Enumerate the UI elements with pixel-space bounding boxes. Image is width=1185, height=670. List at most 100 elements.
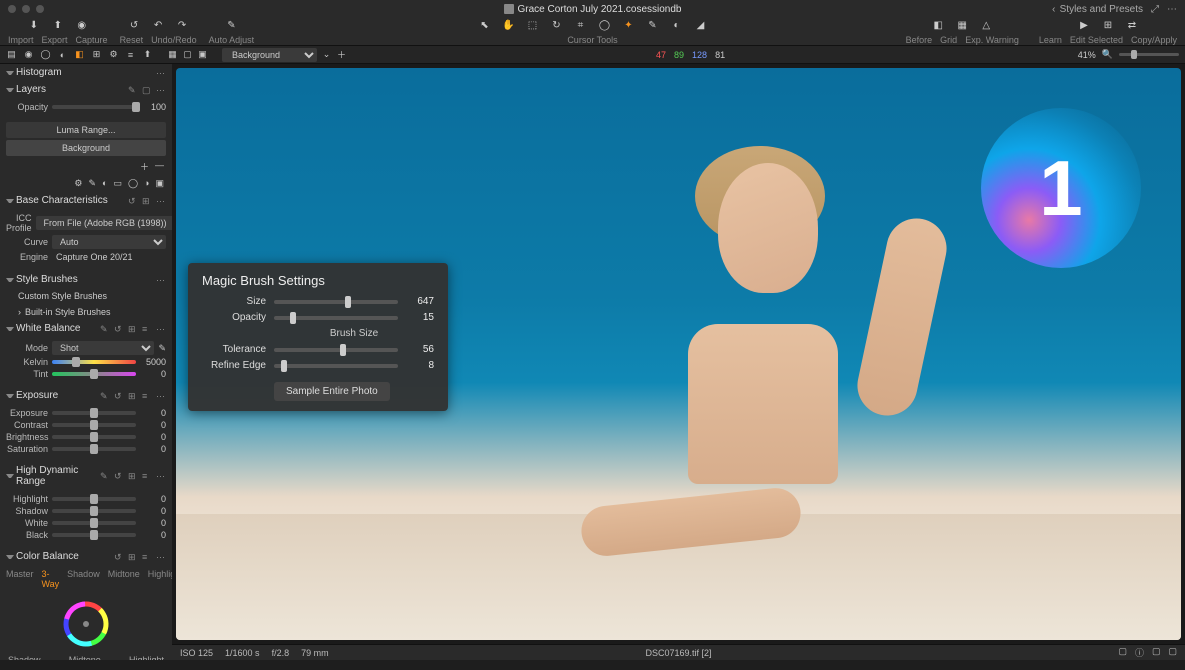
custom-style-brushes-item[interactable]: Custom Style Brushes bbox=[0, 288, 172, 304]
layers-panel-header[interactable]: Layers ✎▢⋯ bbox=[0, 81, 172, 98]
kelvin-slider[interactable] bbox=[52, 360, 136, 364]
brush-icon[interactable]: ✎ bbox=[128, 85, 138, 95]
spot-tool-icon[interactable]: ◯ bbox=[598, 19, 612, 33]
highlight-slider[interactable] bbox=[52, 497, 136, 501]
image-canvas[interactable]: 1 Magic Brush Settings Size647Opacity15B… bbox=[176, 68, 1181, 640]
panel-menu-icon[interactable]: ⋯ bbox=[156, 68, 166, 78]
crop-tool-icon[interactable]: ⬚ bbox=[526, 19, 540, 33]
library-tab-icon[interactable]: ▤ bbox=[6, 49, 17, 60]
adjustments-tab-icon[interactable]: ⚙ bbox=[108, 49, 119, 60]
reset-icon[interactable]: ↺ bbox=[127, 18, 141, 32]
sample-entire-photo-button[interactable]: Sample Entire Photo bbox=[274, 382, 390, 401]
fill-icon[interactable]: ▣ bbox=[155, 178, 164, 189]
color-tab-icon[interactable]: ◐ bbox=[57, 49, 68, 60]
exp-warning-icon[interactable]: △ bbox=[979, 18, 993, 32]
eraser-small-icon[interactable]: ◐ bbox=[102, 178, 107, 189]
layer-select[interactable]: Background bbox=[222, 48, 317, 62]
close-dot[interactable] bbox=[8, 5, 16, 13]
white-slider[interactable] bbox=[52, 521, 136, 525]
contrast-slider[interactable] bbox=[52, 423, 136, 427]
panel-menu-icon[interactable]: ⋯ bbox=[156, 85, 166, 95]
view-multi-icon[interactable]: ▣ bbox=[197, 49, 208, 60]
view-single-icon[interactable]: ▢ bbox=[182, 49, 193, 60]
curve-select[interactable]: Auto bbox=[52, 235, 166, 249]
expand-icon[interactable]: ⤢ bbox=[1151, 4, 1159, 15]
copy-apply-icon[interactable]: ⇄ bbox=[1125, 18, 1139, 32]
magic-brush-tool-icon[interactable]: ✦ bbox=[622, 19, 636, 33]
more-icon[interactable]: ⋯ bbox=[1167, 4, 1177, 15]
output-tab-icon[interactable]: ⬆ bbox=[142, 49, 153, 60]
tint-slider[interactable] bbox=[52, 372, 136, 376]
grid-icon[interactable]: ▦ bbox=[955, 18, 969, 32]
white-balance-header[interactable]: White Balance ✎↺⊞≡⋯ bbox=[0, 320, 172, 337]
color-balance-tab-master[interactable]: Master bbox=[6, 569, 34, 589]
eyedropper-icon[interactable]: ✎ bbox=[158, 343, 166, 354]
style-brushes-header[interactable]: Style Brushes ⋯ bbox=[0, 271, 172, 288]
window-controls[interactable] bbox=[0, 5, 44, 13]
color-balance-tab-highlight[interactable]: Highlight bbox=[148, 569, 172, 589]
saturation-slider[interactable] bbox=[52, 447, 136, 451]
hand-tool-icon[interactable]: ✋ bbox=[502, 19, 516, 33]
color-balance-tab-shadow[interactable]: Shadow bbox=[67, 569, 100, 589]
exposure-slider[interactable] bbox=[52, 411, 136, 415]
add-layer-icon[interactable]: ＋ bbox=[336, 49, 347, 60]
settings-icon[interactable]: ⚙ bbox=[74, 178, 82, 189]
capture-tab-icon[interactable]: ◉ bbox=[23, 49, 34, 60]
status-info-icon[interactable]: ⓘ bbox=[1135, 646, 1144, 659]
background-layer-item[interactable]: Background bbox=[6, 140, 166, 156]
zoom-dot[interactable] bbox=[36, 5, 44, 13]
base-characteristics-header[interactable]: Base Characteristics ↺⊞⋯ bbox=[0, 192, 172, 209]
rotate-tool-icon[interactable]: ↻ bbox=[550, 19, 564, 33]
pointer-tool-icon[interactable]: ⬉ bbox=[478, 19, 492, 33]
status-box-2-icon[interactable]: ▢ bbox=[1152, 646, 1161, 659]
gradient-tool-icon[interactable]: ◢ bbox=[694, 19, 708, 33]
icc-profile-select[interactable]: From File (Adobe RGB (1998)) bbox=[36, 216, 172, 230]
edit-selected-icon[interactable]: ⊞ bbox=[1101, 18, 1115, 32]
histogram-panel-header[interactable]: Histogram ⋯ bbox=[0, 64, 172, 81]
minimize-dot[interactable] bbox=[22, 5, 30, 13]
brush-refine-edge-slider[interactable] bbox=[274, 364, 398, 368]
export-icon[interactable]: ⬆ bbox=[51, 18, 65, 32]
add-layer-plus-icon[interactable]: ＋ bbox=[140, 160, 149, 173]
invert-icon[interactable]: ◑ bbox=[144, 178, 149, 189]
auto-adjust-icon[interactable]: ✎ bbox=[224, 18, 238, 32]
layer-menu-icon[interactable]: ⌄ bbox=[321, 49, 332, 60]
hdr-header[interactable]: High Dynamic Range ✎↺⊞≡⋯ bbox=[0, 462, 172, 490]
brush-small-icon[interactable]: ✎ bbox=[88, 178, 96, 189]
color-balance-header[interactable]: Color Balance ↺⊞≡⋯ bbox=[0, 548, 172, 565]
metadata-tab-icon[interactable]: ≡ bbox=[125, 49, 136, 60]
exposure-tab-icon[interactable]: ◧ bbox=[74, 49, 85, 60]
eraser-tool-icon[interactable]: ◐ bbox=[670, 19, 684, 33]
capture-icon[interactable]: ◉ bbox=[75, 18, 89, 32]
styles-presets-menu[interactable]: › Styles and Presets bbox=[1052, 4, 1143, 15]
exposure-header[interactable]: Exposure ✎↺⊞≡⋯ bbox=[0, 387, 172, 404]
keystone-tool-icon[interactable]: ⌗ bbox=[574, 19, 588, 33]
view-grid-icon[interactable]: ▦ bbox=[167, 49, 178, 60]
luma-range-button[interactable]: Luma Range... bbox=[6, 122, 166, 138]
redo-icon[interactable]: ↷ bbox=[175, 18, 189, 32]
before-after-icon[interactable]: ◧ bbox=[931, 18, 945, 32]
radial-small-icon[interactable]: ◯ bbox=[128, 178, 138, 189]
brush-tolerance-slider[interactable] bbox=[274, 348, 398, 352]
delete-layer-icon[interactable]: — bbox=[155, 160, 164, 173]
main-colorwheel[interactable] bbox=[51, 599, 121, 649]
gradient-small-icon[interactable]: ▭ bbox=[113, 178, 122, 189]
brush-opacity-slider[interactable] bbox=[274, 316, 398, 320]
status-box-3-icon[interactable]: ▢ bbox=[1168, 646, 1177, 659]
opacity-slider[interactable] bbox=[52, 105, 136, 109]
import-icon[interactable]: ⬇ bbox=[27, 18, 41, 32]
shadow-slider[interactable] bbox=[52, 509, 136, 513]
mask-icon[interactable]: ▢ bbox=[142, 85, 152, 95]
brush-tool-icon[interactable]: ✎ bbox=[646, 19, 660, 33]
zoom-slider[interactable] bbox=[1119, 53, 1179, 56]
color-balance-tab-3-way[interactable]: 3-Way bbox=[42, 569, 60, 589]
zoom-search-icon[interactable]: 🔍 bbox=[1102, 49, 1113, 60]
brightness-slider[interactable] bbox=[52, 435, 136, 439]
status-box-1-icon[interactable]: ▢ bbox=[1118, 646, 1127, 659]
brush-size-slider[interactable] bbox=[274, 300, 398, 304]
wb-mode-select[interactable]: Shot bbox=[52, 341, 154, 355]
black-slider[interactable] bbox=[52, 533, 136, 537]
builtin-style-brushes-item[interactable]: ›Built-in Style Brushes bbox=[0, 304, 172, 320]
lens-tab-icon[interactable]: ◯ bbox=[40, 49, 51, 60]
color-balance-tab-midtone[interactable]: Midtone bbox=[108, 569, 140, 589]
